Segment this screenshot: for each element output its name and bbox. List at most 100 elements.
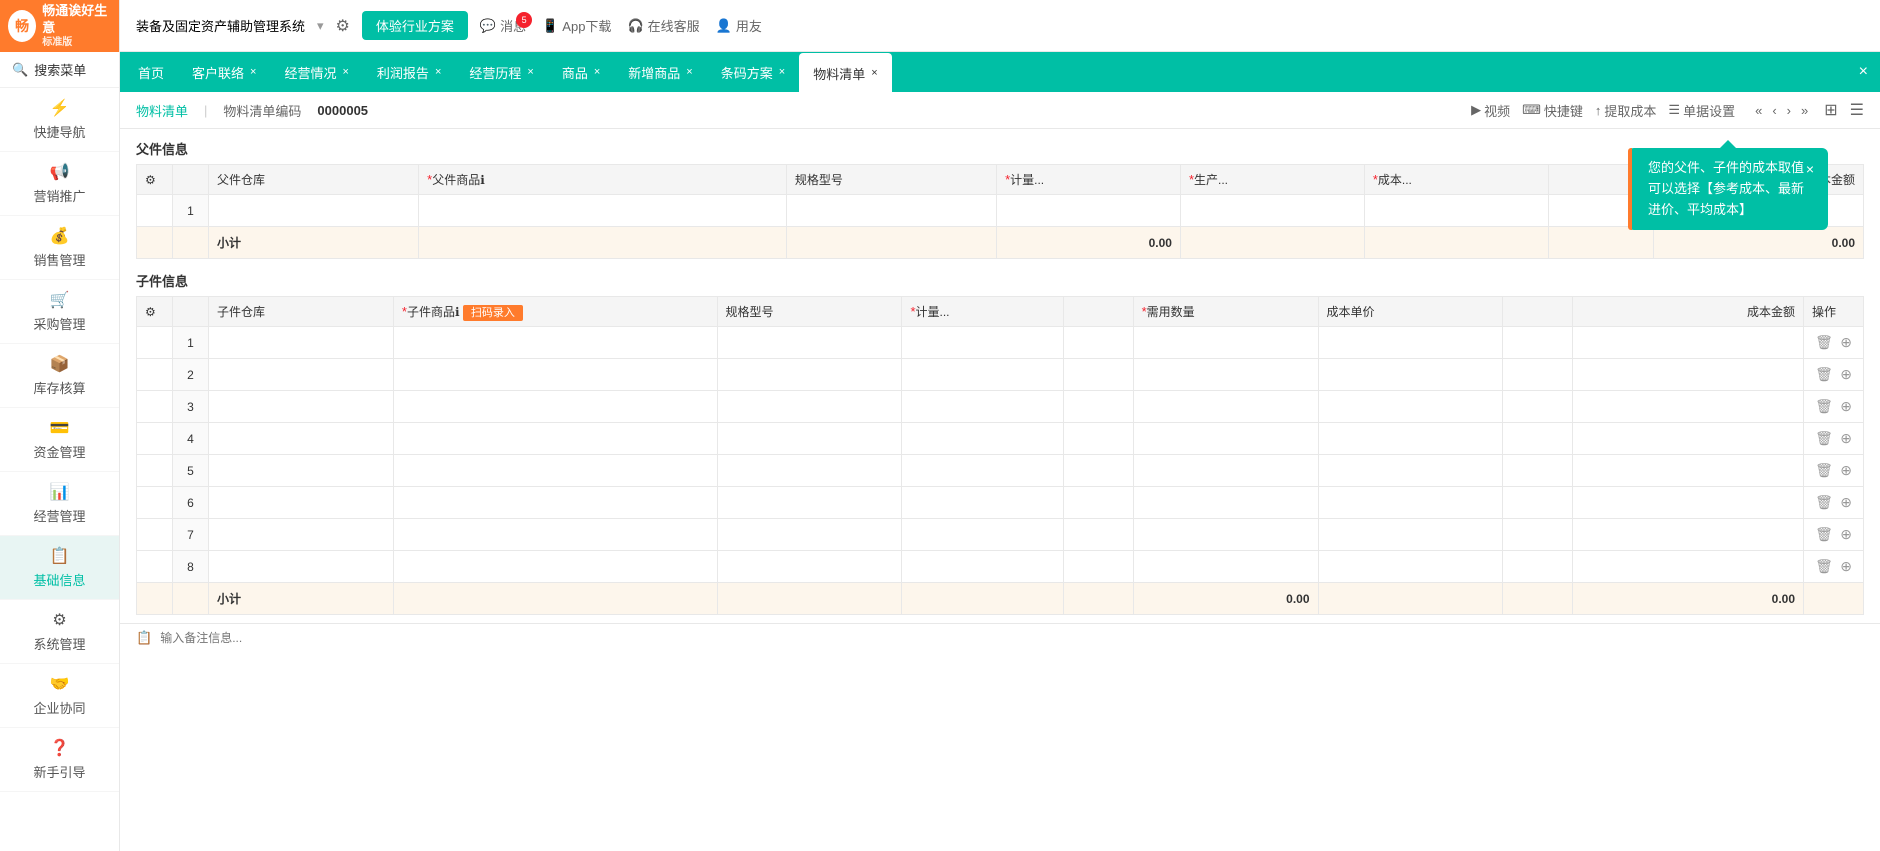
shortcut-button[interactable]: ⌨ 快捷键 — [1522, 101, 1583, 120]
close-tab-operations[interactable]: × — [342, 66, 348, 78]
tab-operations[interactable]: 经营情况 × — [270, 52, 362, 92]
child-row-3-unit[interactable] — [902, 391, 1064, 423]
next-last-button[interactable]: » — [1797, 101, 1812, 120]
child-row-3-unit-cost[interactable] — [1318, 391, 1503, 423]
search-menu[interactable]: 🔍 搜索菜单 — [0, 52, 119, 88]
sidebar-item-marketing[interactable]: 📢 营销推广 — [0, 152, 119, 216]
child-row-3-qty[interactable] — [1133, 391, 1318, 423]
sidebar-item-guide[interactable]: ❓ 新手引导 — [0, 728, 119, 792]
copy-row-8-button[interactable]: ⊕ — [1840, 558, 1852, 574]
child-row-2-warehouse[interactable] — [209, 359, 394, 391]
child-row-2-unit[interactable] — [902, 359, 1064, 391]
child-row-1-unit-cost[interactable] — [1318, 327, 1503, 359]
copy-row-6-button[interactable]: ⊕ — [1840, 494, 1852, 510]
child-row-2-spec[interactable] — [717, 359, 902, 391]
parent-col-settings[interactable]: ⚙ — [137, 165, 173, 195]
tooltip-close-button[interactable]: × — [1806, 158, 1814, 180]
breadcrumb-bom[interactable]: 物料清单 — [136, 101, 188, 120]
close-tab-profit[interactable]: × — [435, 66, 441, 78]
delete-row-1-button[interactable]: 🗑 — [1815, 334, 1833, 350]
parent-row-1-produce[interactable] — [1180, 195, 1364, 227]
child-row-1-spec[interactable] — [717, 327, 902, 359]
app-download-button[interactable]: 📱 App下载 — [542, 16, 611, 35]
settings-icon[interactable]: ⚙ — [336, 16, 350, 36]
copy-row-2-button[interactable]: ⊕ — [1840, 366, 1852, 382]
delete-row-2-button[interactable]: 🗑 — [1815, 366, 1833, 382]
online-service-button[interactable]: 🎧 在线客服 — [627, 16, 699, 35]
user-button[interactable]: 👤 用友 — [716, 16, 762, 35]
parent-row-1-warehouse[interactable] — [209, 195, 419, 227]
sidebar-item-system[interactable]: ⚙ 系统管理 — [0, 600, 119, 664]
sidebar-item-purchase[interactable]: 🛒 采购管理 — [0, 280, 119, 344]
child-row-3-spec[interactable] — [717, 391, 902, 423]
headset-icon: 🎧 — [627, 18, 643, 34]
code-value: 0000005 — [317, 103, 368, 118]
close-tab-barcode[interactable]: × — [779, 66, 785, 78]
list-view-icon[interactable]: ☰ — [1850, 100, 1864, 120]
child-row-3-product[interactable] — [393, 391, 717, 423]
parent-row-1-settings — [137, 195, 173, 227]
delete-row-6-button[interactable]: 🗑 — [1815, 494, 1833, 510]
close-tab-history[interactable]: × — [527, 66, 533, 78]
topbar-actions: 💬 5 消息 📱 App下载 🎧 在线客服 👤 用友 — [480, 16, 762, 35]
sidebar-item-operations[interactable]: 📊 经营管理 — [0, 472, 119, 536]
grid-view-icon[interactable]: ⊞ — [1824, 100, 1837, 120]
copy-row-3-button[interactable]: ⊕ — [1840, 398, 1852, 414]
video-button[interactable]: ▶ 视频 — [1471, 101, 1510, 120]
sidebar-item-cooperation[interactable]: 🤝 企业协同 — [0, 664, 119, 728]
close-tab-customer[interactable]: × — [250, 66, 256, 78]
child-row-2-product[interactable] — [393, 359, 717, 391]
trial-button[interactable]: 体验行业方案 — [362, 11, 468, 40]
close-tab-goods[interactable]: × — [594, 66, 600, 78]
tab-customer[interactable]: 客户联络 × — [178, 52, 270, 92]
message-button[interactable]: 💬 5 消息 — [480, 16, 526, 35]
nav-close-all[interactable]: × — [1851, 63, 1876, 81]
child-col-settings[interactable]: ⚙ — [137, 297, 173, 327]
extract-icon: ↑ — [1595, 103, 1602, 118]
quick-nav-icon: ⚡ — [50, 98, 70, 118]
close-tab-new-goods[interactable]: × — [686, 66, 692, 78]
delete-row-7-button[interactable]: 🗑 — [1815, 526, 1833, 542]
sidebar-item-sales[interactable]: 💰 销售管理 — [0, 216, 119, 280]
sidebar-item-finance[interactable]: 💳 资金管理 — [0, 408, 119, 472]
sidebar-item-inventory[interactable]: 📦 库存核算 — [0, 344, 119, 408]
doc-settings-button[interactable]: ☰ 单据设置 — [1668, 101, 1735, 120]
parent-row-1-product[interactable] — [419, 195, 787, 227]
prev-first-button[interactable]: « — [1751, 101, 1766, 120]
delete-row-8-button[interactable]: 🗑 — [1815, 558, 1833, 574]
tab-barcode[interactable]: 条码方案 × — [707, 52, 799, 92]
tab-profit[interactable]: 利润报告 × — [363, 52, 455, 92]
parent-row-1-cost[interactable] — [1364, 195, 1548, 227]
copy-row-1-button[interactable]: ⊕ — [1840, 334, 1852, 350]
sidebar-item-quick-nav[interactable]: ⚡ 快捷导航 — [0, 88, 119, 152]
delete-row-4-button[interactable]: 🗑 — [1815, 430, 1833, 446]
parent-row-1-spec[interactable] — [786, 195, 996, 227]
child-row-3-warehouse[interactable] — [209, 391, 394, 423]
close-tab-bom[interactable]: × — [871, 67, 877, 79]
child-row-1-product[interactable] — [393, 327, 717, 359]
next-button[interactable]: › — [1783, 101, 1795, 120]
prev-button[interactable]: ‹ — [1768, 101, 1780, 120]
tab-new-goods[interactable]: 新增商品 × — [614, 52, 706, 92]
child-col-extra2 — [1503, 297, 1572, 327]
dropdown-arrow[interactable]: ▾ — [317, 18, 324, 34]
child-row-2-unit-cost[interactable] — [1318, 359, 1503, 391]
child-row-1-unit[interactable] — [902, 327, 1064, 359]
remark-input[interactable] — [160, 631, 1864, 645]
delete-row-5-button[interactable]: 🗑 — [1815, 462, 1833, 478]
child-row-1-qty[interactable] — [1133, 327, 1318, 359]
child-row-2-qty[interactable] — [1133, 359, 1318, 391]
copy-row-5-button[interactable]: ⊕ — [1840, 462, 1852, 478]
copy-row-7-button[interactable]: ⊕ — [1840, 526, 1852, 542]
tab-history[interactable]: 经营历程 × — [455, 52, 547, 92]
tab-bom[interactable]: 物料清单 × — [799, 53, 891, 92]
tab-goods[interactable]: 商品 × — [548, 52, 614, 92]
child-row-1-warehouse[interactable] — [209, 327, 394, 359]
parent-row-1-unit[interactable] — [997, 195, 1181, 227]
tab-home[interactable]: 首页 — [124, 52, 178, 92]
delete-row-3-button[interactable]: 🗑 — [1815, 398, 1833, 414]
sidebar-item-basic-info[interactable]: 📋 基础信息 — [0, 536, 119, 600]
copy-row-4-button[interactable]: ⊕ — [1840, 430, 1852, 446]
scan-button[interactable]: 扫码录入 — [463, 305, 523, 321]
extract-cost-button[interactable]: ↑ 提取成本 — [1595, 101, 1657, 120]
